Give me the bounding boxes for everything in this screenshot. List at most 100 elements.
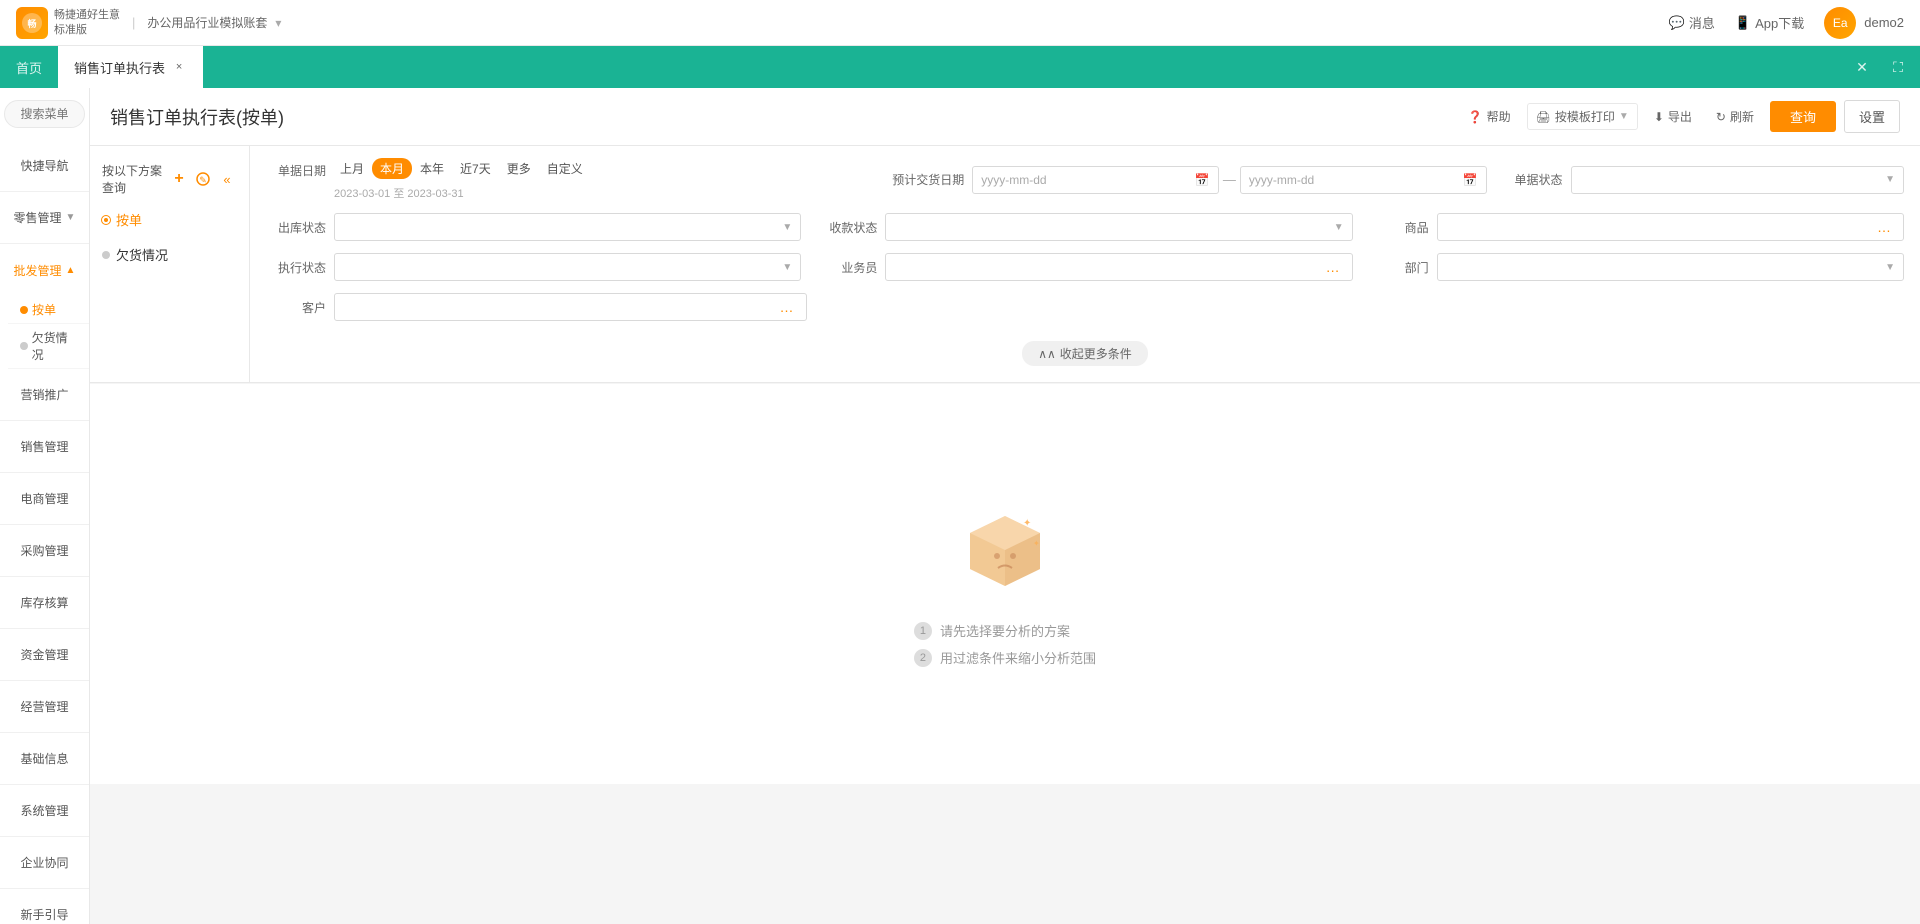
sidebar-item-purchase[interactable]: 采购管理	[0, 525, 89, 577]
refresh-label: 刷新	[1730, 108, 1754, 125]
dept-arrow: ▼	[1885, 262, 1895, 273]
refresh-btn[interactable]: ↻ 刷新	[1708, 104, 1762, 129]
expected-end-input[interactable]: yyyy-mm-dd 📅	[1240, 166, 1487, 194]
export-btn[interactable]: ⬇ 导出	[1646, 104, 1700, 129]
collapse-btn[interactable]: ∧∧ 收起更多条件	[1022, 341, 1148, 366]
sidebar-item-enterprise-collab[interactable]: 企业协同	[0, 837, 89, 889]
date-tab-more[interactable]: 更多	[499, 158, 539, 179]
print-arrow: ▼	[1619, 111, 1629, 122]
tab-close-icon[interactable]: ×	[171, 59, 187, 75]
hint2-text: 用过滤条件来缩小分析范围	[940, 648, 1096, 667]
basic-info-label: 基础信息	[20, 750, 68, 767]
tab-expand[interactable]: ⛶	[1884, 53, 1912, 81]
hint2-num: 2	[914, 649, 932, 667]
scheme-by-order-label: 按单	[116, 210, 142, 229]
breadcrumb-arrow[interactable]: ▾	[275, 16, 281, 30]
sidebar-item-basic-info[interactable]: 基础信息	[0, 733, 89, 785]
filter-field-payment-status: 收款状态 ▼	[817, 213, 1352, 241]
salesperson-ellipsis[interactable]: …	[1322, 259, 1344, 275]
wholesale-sub-menu: 按单 欠货情况	[0, 296, 89, 369]
filter-field-dept: 部门 ▼	[1369, 253, 1904, 281]
sidebar-item-wholesale[interactable]: 批发管理 ▲	[0, 244, 89, 296]
date-tab-this-month[interactable]: 本月	[372, 158, 412, 179]
breadcrumb[interactable]: 办公用品行业模拟账套	[147, 14, 267, 31]
sidebar-search-input[interactable]	[4, 100, 85, 128]
app-download-action[interactable]: 📱 App下载	[1735, 13, 1804, 32]
empty-hints: 1 请先选择要分析的方案 2 用过滤条件来缩小分析范围	[914, 621, 1096, 667]
empty-hint-1: 1 请先选择要分析的方案	[914, 621, 1096, 640]
goods-ellipsis[interactable]: …	[1873, 219, 1895, 235]
date-tab-custom[interactable]: 自定义	[539, 158, 591, 179]
sidebar-item-sales[interactable]: 销售管理	[0, 421, 89, 473]
settings-btn[interactable]: 设置	[1844, 100, 1900, 133]
payment-status-select[interactable]: ▼	[885, 213, 1352, 241]
tab-home[interactable]: 首页	[0, 46, 58, 88]
expected-start-placeholder: yyyy-mm-dd	[981, 173, 1046, 187]
doc-status-select[interactable]: ▼	[1571, 166, 1905, 194]
scheme-item-debt[interactable]: 欠货情况	[90, 237, 249, 272]
tab-sales-exec[interactable]: 销售订单执行表 ×	[58, 46, 203, 88]
header-left: 畅 畅捷通好生意 标准版 | 办公用品行业模拟账套 ▾	[16, 7, 281, 39]
warehouse-status-label: 出库状态	[266, 219, 326, 236]
date-tab-last7days[interactable]: 近7天	[452, 158, 499, 179]
operations-label: 经营管理	[20, 698, 68, 715]
filter-row-4: 客户 …	[266, 293, 1904, 321]
print-template-btn[interactable]: 🖨 按模板打印 ▼	[1527, 103, 1638, 130]
wholesale-label: 批发管理	[14, 262, 62, 279]
app-download-icon: 📱	[1735, 15, 1751, 31]
sidebar-item-new-guide[interactable]: 新手引导	[0, 889, 89, 924]
user-area[interactable]: Ea demo2	[1824, 7, 1904, 39]
sidebar-item-inventory[interactable]: 库存核算	[0, 577, 89, 629]
filter-field-salesperson: 业务员 …	[817, 253, 1352, 281]
customer-select[interactable]: …	[334, 293, 807, 321]
sidebar-item-retail[interactable]: 零售管理 ▼	[0, 192, 89, 244]
refresh-icon: ↻	[1716, 110, 1726, 124]
message-action[interactable]: 💬 消息	[1669, 13, 1715, 32]
sidebar-item-capital[interactable]: 资金管理	[0, 629, 89, 681]
filter-panel: 按以下方案查询 + ✎ « 按单	[90, 146, 1920, 383]
expected-start-input[interactable]: yyyy-mm-dd 📅	[972, 166, 1219, 194]
date-tab-this-year[interactable]: 本年	[412, 158, 452, 179]
logo-icon: 畅	[16, 7, 48, 39]
svg-text:✦: ✦	[1033, 539, 1040, 548]
collapse-scheme-btn[interactable]: «	[217, 169, 237, 189]
scheme-item-by-order[interactable]: 按单	[90, 202, 249, 237]
ecommerce-label: 电商管理	[20, 490, 68, 507]
date-tabs: 上月 本月 本年 近7天 更多 自定义	[332, 158, 591, 179]
sidebar-item-search-menu[interactable]	[0, 88, 89, 140]
goods-select[interactable]: …	[1437, 213, 1904, 241]
empty-state: ✦ ✦ 1 请先选择要分析的方案 2 用过滤条件来缩小分析范围	[90, 384, 1920, 784]
add-scheme-btn[interactable]: +	[169, 169, 189, 189]
warehouse-status-select[interactable]: ▼	[334, 213, 801, 241]
tab-close-all[interactable]: ✕	[1848, 53, 1876, 81]
exec-status-select[interactable]: ▼	[334, 253, 801, 281]
help-btn[interactable]: ❓ 帮助	[1460, 104, 1519, 129]
sidebar-item-ecommerce[interactable]: 电商管理	[0, 473, 89, 525]
inventory-label: 库存核算	[20, 594, 68, 611]
sidebar-item-system[interactable]: 系统管理	[0, 785, 89, 837]
capital-label: 资金管理	[20, 646, 68, 663]
date-tab-last-month[interactable]: 上月	[332, 158, 372, 179]
dept-select[interactable]: ▼	[1437, 253, 1904, 281]
filter-field-doc-status: 单据状态 ▼	[1503, 166, 1905, 194]
expected-date-range: yyyy-mm-dd 📅 — yyyy-mm-dd 📅	[972, 166, 1486, 194]
app-download-label: App下载	[1755, 13, 1804, 32]
edit-scheme-btn[interactable]: ✎	[193, 169, 213, 189]
filter-main: 单据日期 上月 本月 本年 近7天 更多 自定义 2023-03-0	[250, 146, 1920, 382]
salesperson-select[interactable]: …	[885, 253, 1352, 281]
exec-status-arrow: ▼	[782, 262, 792, 273]
sub-item-debt[interactable]: 欠货情况	[8, 324, 89, 369]
warehouse-status-arrow: ▼	[782, 222, 792, 233]
exec-status-label: 执行状态	[266, 259, 326, 276]
customer-ellipsis[interactable]: …	[776, 299, 798, 315]
doc-date-label: 单据日期	[266, 162, 326, 179]
expected-date-label: 预计交货日期	[884, 171, 964, 188]
query-btn[interactable]: 查询	[1770, 101, 1836, 132]
print-label: 按模板打印	[1555, 108, 1615, 125]
sidebar-item-marketing[interactable]: 营销推广	[0, 369, 89, 421]
sidebar-item-quick-nav[interactable]: 快捷导航	[0, 140, 89, 192]
print-icon: 🖨	[1536, 110, 1551, 124]
sub-item-by-order[interactable]: 按单	[8, 296, 89, 324]
home-tab-label: 首页	[16, 58, 42, 77]
sidebar-item-operations[interactable]: 经营管理	[0, 681, 89, 733]
